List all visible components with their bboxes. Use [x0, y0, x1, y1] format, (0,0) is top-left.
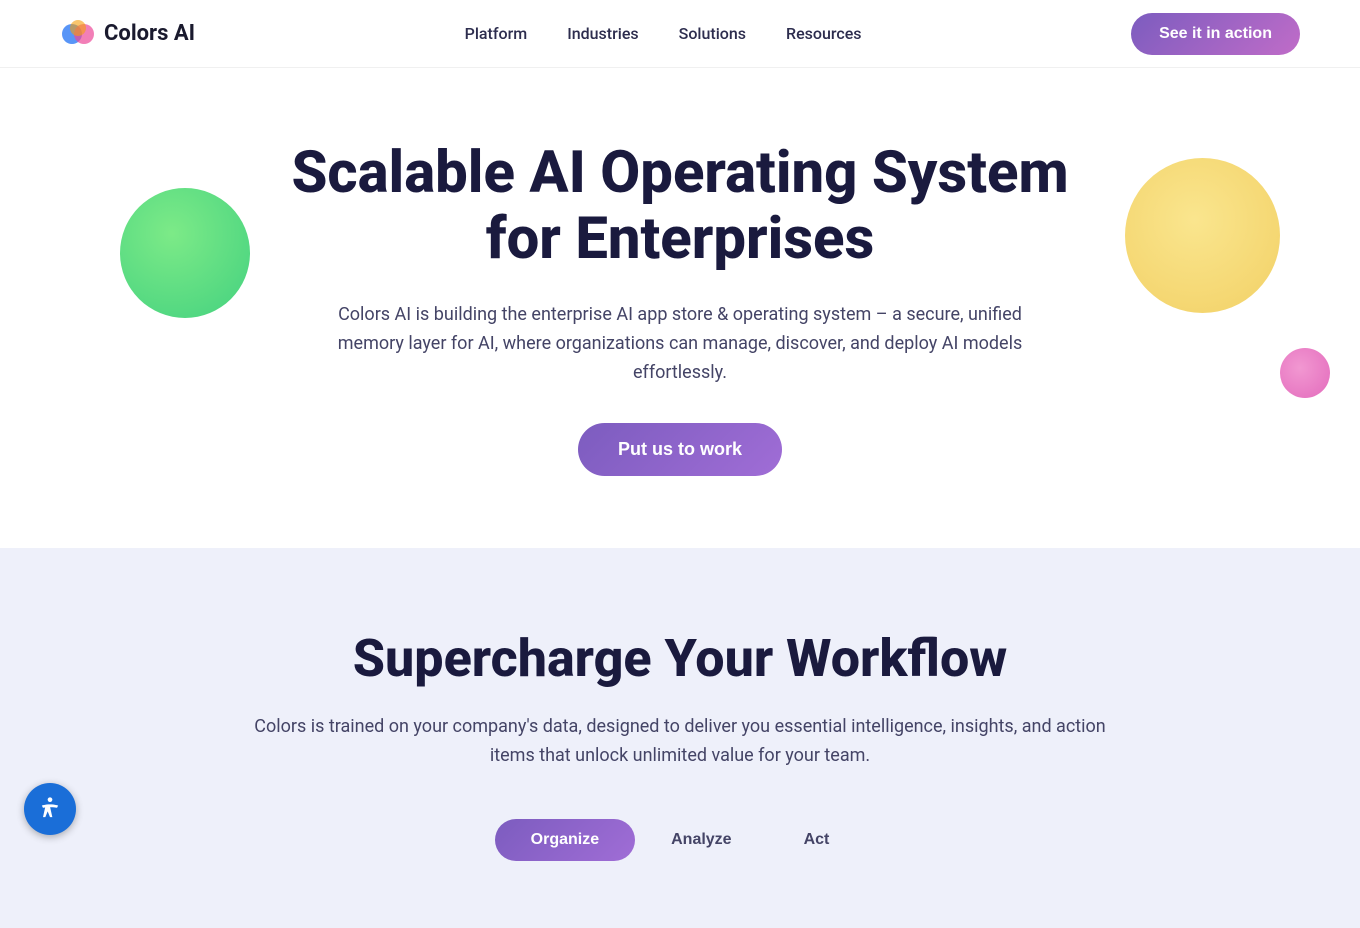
accessibility-button[interactable] [24, 783, 76, 835]
logo-icon [60, 16, 96, 52]
accessibility-icon [36, 795, 64, 823]
workflow-subtitle: Colors is trained on your company's data… [230, 713, 1130, 771]
nav-solutions[interactable]: Solutions [679, 24, 746, 43]
nav-links: Platform Industries Solutions Resources [465, 24, 862, 43]
deco-yellow-circle [1125, 158, 1280, 313]
tab-analyze[interactable]: Analyze [635, 819, 767, 861]
workflow-title: Supercharge Your Workflow [60, 628, 1300, 689]
tab-act[interactable]: Act [768, 819, 866, 861]
put-us-to-work-button[interactable]: Put us to work [578, 423, 782, 476]
deco-pink-circle [1280, 348, 1330, 398]
tab-organize[interactable]: Organize [495, 819, 635, 861]
logo-text: Colors AI [104, 21, 195, 46]
navbar: Colors AI Platform Industries Solutions … [0, 0, 1360, 68]
deco-green-circle [120, 188, 250, 318]
workflow-tabs: Organize Analyze Act [60, 819, 1300, 861]
hero-title: Scalable AI Operating System for Enterpr… [280, 140, 1080, 273]
nav-industries[interactable]: Industries [567, 24, 638, 43]
workflow-section: Supercharge Your Workflow Colors is trai… [0, 548, 1360, 928]
nav-platform[interactable]: Platform [465, 24, 528, 43]
hero-subtitle: Colors AI is building the enterprise AI … [330, 301, 1030, 387]
nav-resources[interactable]: Resources [786, 24, 862, 43]
hero-section: Scalable AI Operating System for Enterpr… [0, 68, 1360, 548]
logo[interactable]: Colors AI [60, 16, 195, 52]
see-it-in-action-button[interactable]: See it in action [1131, 13, 1300, 55]
